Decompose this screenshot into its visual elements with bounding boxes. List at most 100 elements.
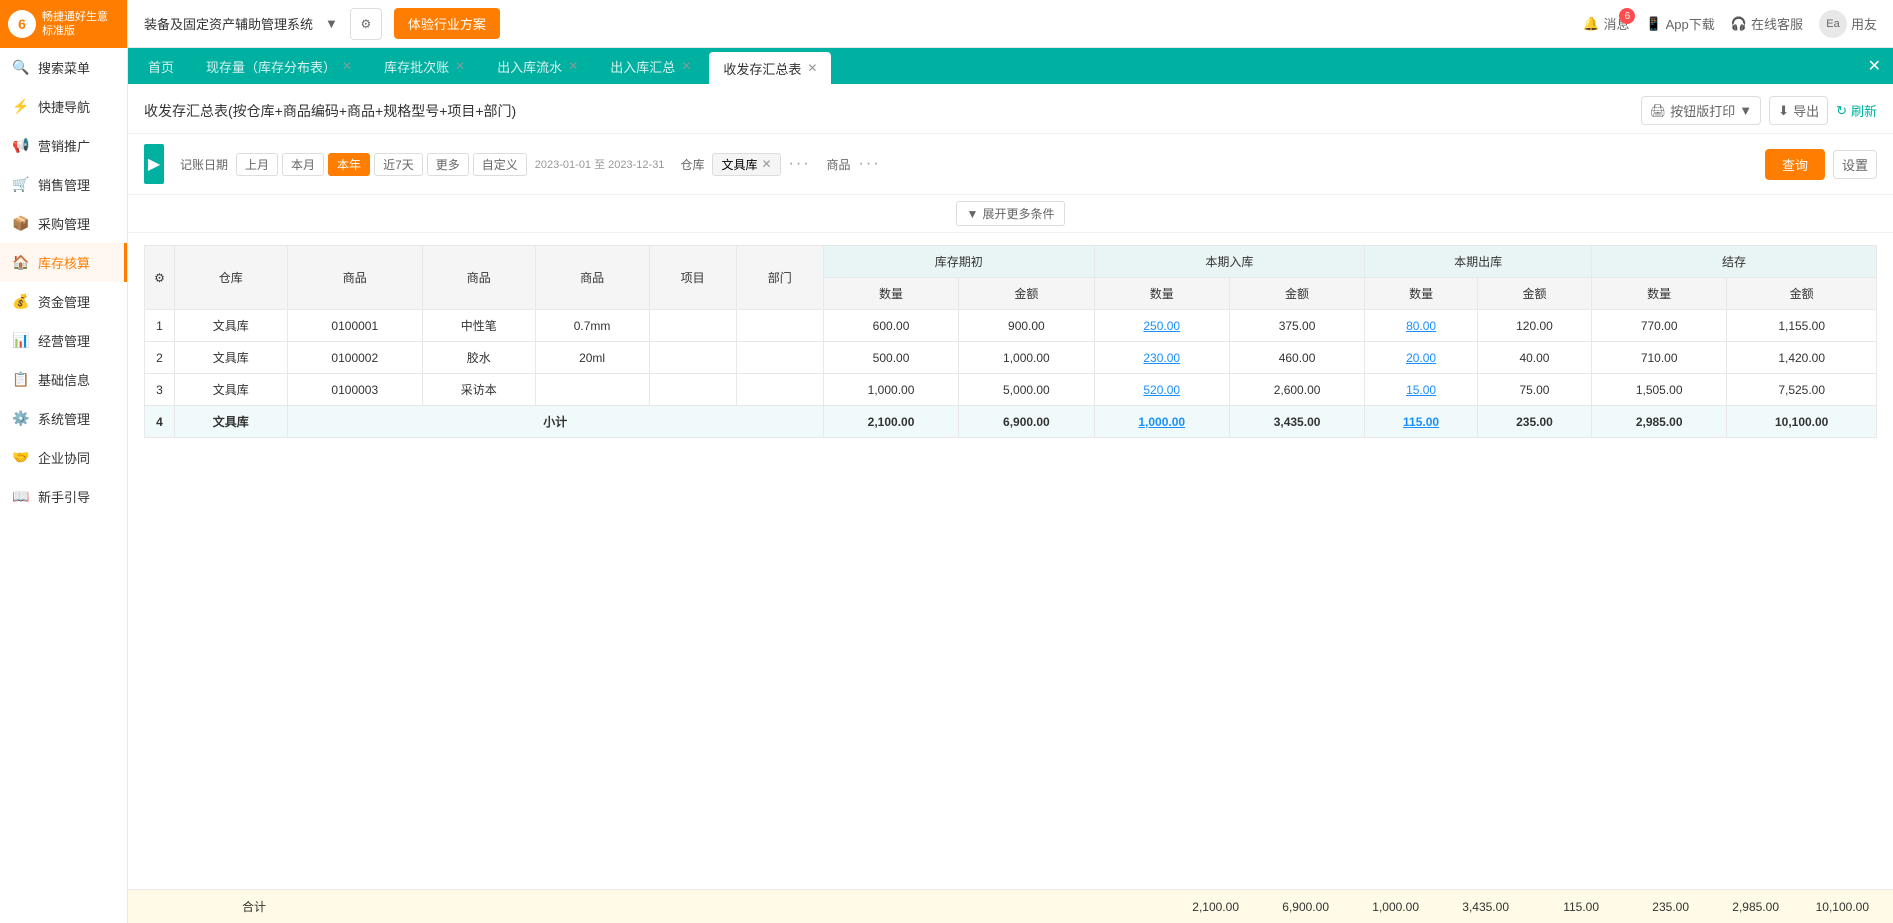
sidebar-item-label: 新手引导	[38, 487, 90, 506]
expand-conditions-button[interactable]: ▼ 展开更多条件	[956, 201, 1066, 226]
tab-close-icon[interactable]: ✕	[681, 59, 691, 73]
sidebar-item-system[interactable]: ⚙️ 系统管理	[0, 399, 127, 438]
settings-query-button[interactable]: 设置	[1833, 150, 1877, 179]
tab-close-icon[interactable]: ✕	[568, 59, 578, 73]
tab-flow-label: 出入库流水	[497, 57, 562, 76]
cell-out-amt: 40.00	[1477, 342, 1591, 374]
header-left: 装备及固定资产辅助管理系统 ▼ ⚙ 体验行业方案	[144, 8, 500, 40]
cell-warehouse: 文具库	[175, 342, 288, 374]
warehouse-filter-dots[interactable]: ···	[789, 155, 811, 173]
sidebar-item-sales[interactable]: 🛒 销售管理	[0, 165, 127, 204]
cell-out-qty[interactable]: 80.00	[1365, 310, 1478, 342]
th-name: 商品	[422, 246, 535, 310]
handshake-icon: 🤝	[12, 449, 30, 467]
sidebar-item-marketing[interactable]: 📢 营销推广	[0, 126, 127, 165]
in-qty-link[interactable]: 230.00	[1143, 351, 1180, 365]
user-item[interactable]: Ea 用友	[1819, 10, 1877, 38]
tab-close-icon[interactable]: ✕	[455, 59, 465, 73]
sidebar-item-label: 销售管理	[38, 175, 90, 194]
th-open-amt: 金额	[959, 278, 1094, 310]
th-open-qty: 数量	[823, 278, 958, 310]
header-right: 🔔 6 消息 📱 App下载 🎧 在线客服 Ea 用友	[1583, 10, 1877, 38]
cell-dept	[736, 310, 823, 342]
cell-bal-amt: 1,420.00	[1727, 342, 1877, 374]
out-qty-link[interactable]: 15.00	[1406, 383, 1436, 397]
online-service-item[interactable]: 🎧 在线客服	[1731, 14, 1803, 33]
table-row: 2 文具库 0100002 胶水 20ml 500.00 1,000.00 23…	[145, 342, 1877, 374]
th-settings[interactable]: ⚙	[145, 246, 175, 310]
subtotal-out-qty-link[interactable]: 115.00	[1403, 415, 1439, 429]
app-download-item[interactable]: 📱 App下载	[1645, 14, 1714, 33]
clipboard-icon: 📋	[12, 371, 30, 389]
tab-collect-summary[interactable]: 收发存汇总表 ✕	[709, 52, 831, 84]
goods-filter-dots[interactable]: ···	[859, 155, 881, 173]
th-out: 本期出库	[1365, 246, 1592, 278]
refresh-button[interactable]: ↻ 刷新	[1836, 101, 1877, 120]
page-actions: 🖨 按钮版打印 ▼ ⬇ 导出 ↻ 刷新	[1641, 96, 1877, 125]
sidebar-item-purchase[interactable]: 📦 采购管理	[0, 204, 127, 243]
cell-out-qty[interactable]: 20.00	[1365, 342, 1478, 374]
tab-inventory-dist[interactable]: 现存量（库存分布表） ✕	[192, 52, 366, 80]
warehouse-tag-close-icon[interactable]: ✕	[761, 157, 771, 171]
sidebar-item-operations[interactable]: 📊 经营管理	[0, 321, 127, 360]
sidebar-item-guide[interactable]: 📖 新手引导	[0, 477, 127, 516]
sidebar-item-label: 营销推广	[38, 136, 90, 155]
subtotal-open-amt: 6,900.00	[959, 406, 1094, 438]
tab-summary[interactable]: 出入库汇总 ✕	[596, 52, 705, 80]
out-qty-link[interactable]: 20.00	[1406, 351, 1436, 365]
date-btn-last-month[interactable]: 上月	[236, 153, 278, 176]
cell-in-qty[interactable]: 520.00	[1094, 374, 1229, 406]
tab-collect-summary-label: 收发存汇总表	[723, 59, 801, 78]
subtotal-in-qty-link[interactable]: 1,000.00	[1138, 415, 1185, 429]
sidebar-item-inventory[interactable]: 🏠 库存核算	[0, 243, 127, 282]
trial-button[interactable]: 体验行业方案	[394, 8, 500, 39]
filter-toggle-button[interactable]: ▶	[144, 144, 164, 184]
table-container: ⚙ 仓库 商品 商品 商品 项目 部门 库存期初 本期入库 本期出库 结存 数量	[128, 233, 1893, 889]
gear-icon: ⚙️	[12, 410, 30, 428]
date-btn-7days[interactable]: 近7天	[374, 153, 423, 176]
cell-out-qty[interactable]: 15.00	[1365, 374, 1478, 406]
headset-icon: 🎧	[1731, 16, 1747, 32]
settings-button[interactable]: ⚙	[350, 8, 382, 40]
date-btn-this-year[interactable]: 本年	[328, 153, 370, 176]
logo-text: 畅捷通好生意 标准版	[42, 10, 108, 39]
cell-no: 2	[145, 342, 175, 374]
export-button[interactable]: ⬇ 导出	[1769, 96, 1828, 125]
search-icon: 🔍	[12, 59, 30, 77]
cell-open-qty: 600.00	[823, 310, 958, 342]
chart-icon: 📊	[12, 332, 30, 350]
table-row: 1 文具库 0100001 中性笔 0.7mm 600.00 900.00 25…	[145, 310, 1877, 342]
refresh-icon: ↻	[1836, 103, 1847, 119]
system-title: 装备及固定资产辅助管理系统	[144, 14, 313, 33]
cell-code: 0100001	[287, 310, 422, 342]
query-button[interactable]: 查询	[1765, 149, 1825, 180]
system-dropdown[interactable]: ▼	[325, 16, 338, 31]
date-btn-custom[interactable]: 自定义	[473, 153, 527, 176]
sidebar-item-label: 采购管理	[38, 214, 90, 233]
warehouse-tag[interactable]: 文具库 ✕	[712, 153, 780, 176]
in-qty-link[interactable]: 250.00	[1143, 319, 1180, 333]
tab-flow[interactable]: 出入库流水 ✕	[483, 52, 592, 80]
cell-in-qty[interactable]: 230.00	[1094, 342, 1229, 374]
cell-name: 采访本	[422, 374, 535, 406]
date-btn-this-month[interactable]: 本月	[282, 153, 324, 176]
in-qty-link[interactable]: 520.00	[1143, 383, 1180, 397]
tab-inventory-dist-label: 现存量（库存分布表）	[206, 57, 336, 76]
tab-close-active-icon[interactable]: ✕	[807, 61, 817, 75]
date-btn-more[interactable]: 更多	[427, 153, 469, 176]
sidebar-item-base-info[interactable]: 📋 基础信息	[0, 360, 127, 399]
sidebar-item-cooperation[interactable]: 🤝 企业协同	[0, 438, 127, 477]
tab-batch[interactable]: 库存批次账 ✕	[370, 52, 479, 80]
sidebar-item-search[interactable]: 🔍 搜索菜单	[0, 48, 127, 87]
tab-home[interactable]: 首页	[134, 52, 188, 80]
sidebar-item-finance[interactable]: 💰 资金管理	[0, 282, 127, 321]
tab-close-icon[interactable]: ✕	[342, 59, 352, 73]
sidebar-item-quick-nav[interactable]: ⚡ 快捷导航	[0, 87, 127, 126]
print-button[interactable]: 🖨 按钮版打印 ▼	[1641, 96, 1761, 125]
cell-in-qty[interactable]: 250.00	[1094, 310, 1229, 342]
chevron-down-icon: ▼	[1739, 103, 1752, 118]
out-qty-link[interactable]: 80.00	[1406, 319, 1436, 333]
notification-item[interactable]: 🔔 6 消息	[1583, 14, 1629, 33]
tab-bar-close-icon[interactable]: ✕	[1860, 56, 1889, 76]
cell-open-amt: 1,000.00	[959, 342, 1094, 374]
